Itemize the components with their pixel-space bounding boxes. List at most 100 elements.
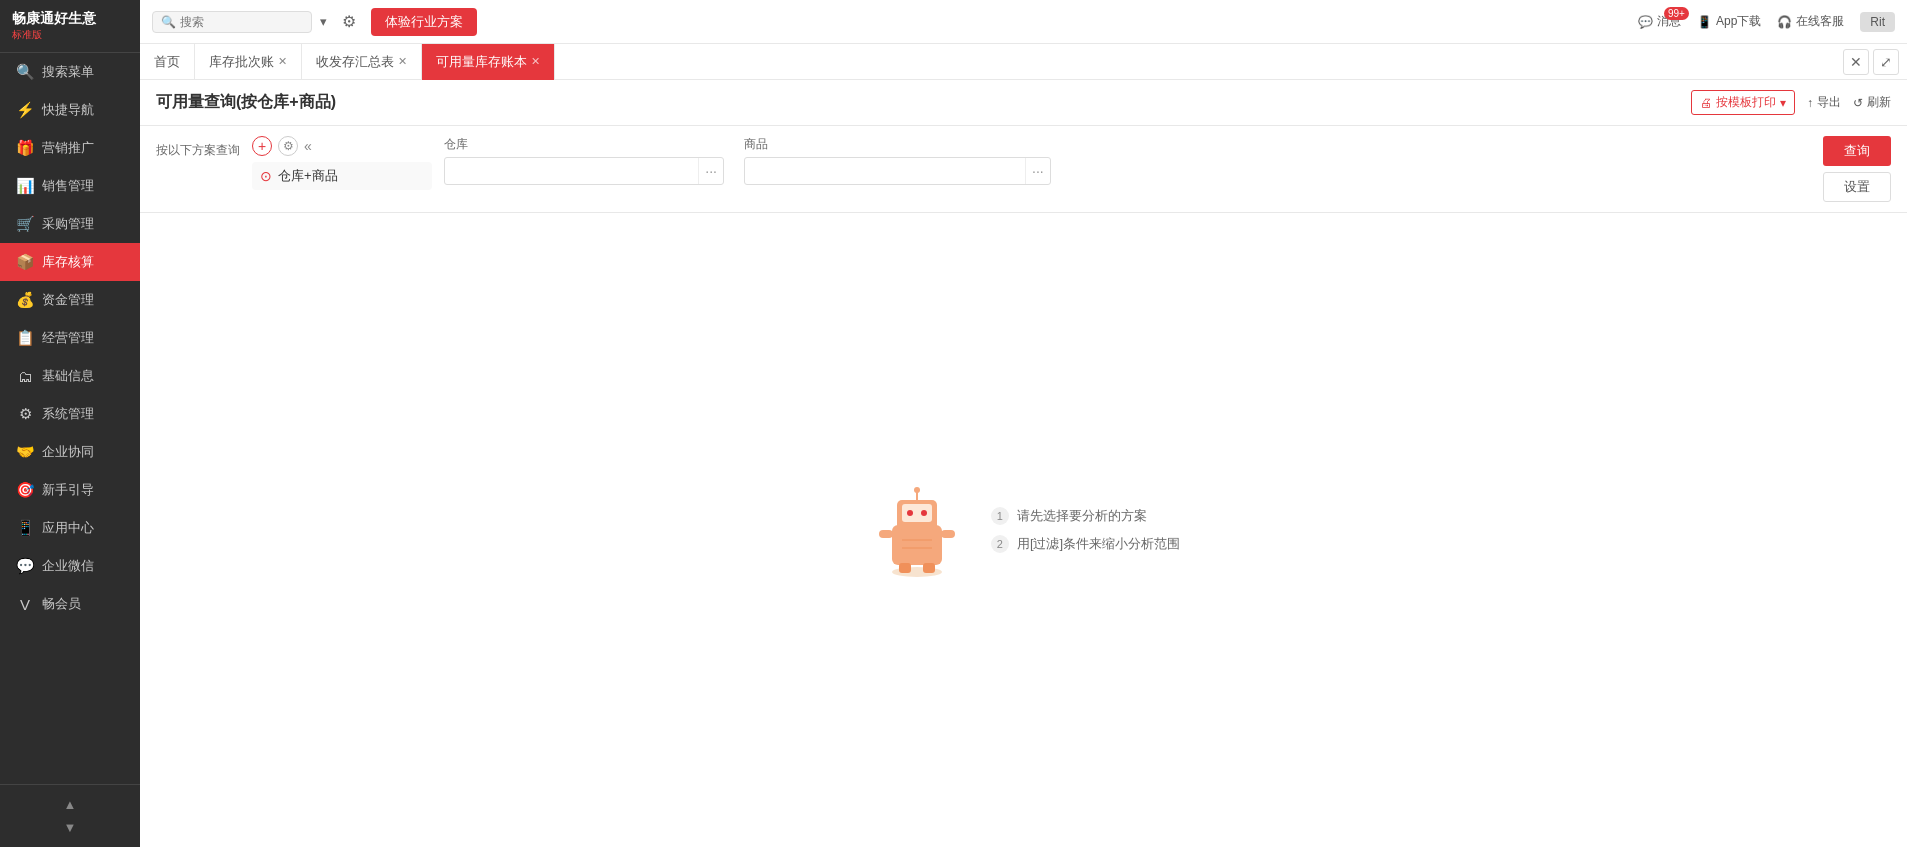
tab-expand-btn[interactable]: ⤢ bbox=[1873, 49, 1899, 75]
tab-close-collect-inventory[interactable]: ✕ bbox=[398, 55, 407, 68]
scheme-add-btn[interactable]: + bbox=[252, 136, 272, 156]
topbar-service-btn[interactable]: 🎧 在线客服 bbox=[1777, 13, 1844, 30]
topbar-user-btn[interactable]: Rit bbox=[1860, 12, 1895, 32]
sidebar-item-sales[interactable]: 📊 销售管理 bbox=[0, 167, 140, 205]
topbar-msg-btn[interactable]: 💬 消息 99+ bbox=[1638, 13, 1681, 30]
svg-rect-8 bbox=[879, 530, 893, 538]
main-area: 🔍 ▾ ⚙ 体验行业方案 💬 消息 99+ 📱 App下载 🎧 在线客服 bbox=[140, 0, 1907, 847]
service-label: 在线客服 bbox=[1796, 13, 1844, 30]
sidebar-item-wechat[interactable]: 💬 企业微信 bbox=[0, 547, 140, 585]
product-input[interactable] bbox=[745, 159, 1025, 183]
warehouse-dots-btn[interactable]: ··· bbox=[698, 158, 723, 184]
sidebar-label-finance: 资金管理 bbox=[42, 291, 94, 309]
sidebar-label-wechat: 企业微信 bbox=[42, 557, 94, 575]
finance-icon: 💰 bbox=[16, 291, 34, 309]
query-btn[interactable]: 查询 bbox=[1823, 136, 1891, 166]
print-label: 按模板打印 bbox=[1716, 94, 1776, 111]
settings-btn[interactable]: 设置 bbox=[1823, 172, 1891, 202]
tab-close-available-stock[interactable]: ✕ bbox=[531, 55, 540, 68]
sidebar-item-inventory[interactable]: 📦 库存核算 bbox=[0, 243, 140, 281]
sidebar-label-enterprise: 企业协同 bbox=[42, 443, 94, 461]
topbar-search-input[interactable] bbox=[180, 15, 300, 29]
product-dots-btn[interactable]: ··· bbox=[1025, 158, 1050, 184]
filter-fields: 仓库 ··· 商品 ··· bbox=[444, 136, 1811, 185]
empty-robot-illustration bbox=[867, 480, 967, 580]
svg-rect-11 bbox=[923, 563, 935, 573]
page-header-actions: 🖨 按模板打印 ▾ ↑ 导出 ↺ 刷新 bbox=[1691, 90, 1891, 115]
guide-icon: 🎯 bbox=[16, 481, 34, 499]
warehouse-field-label: 仓库 bbox=[444, 136, 724, 153]
tip-text-2: 用[过滤]条件来缩小分析范围 bbox=[1017, 535, 1180, 553]
tab-collect-inventory[interactable]: 收发存汇总表 ✕ bbox=[302, 44, 422, 80]
operations-icon: 📋 bbox=[16, 329, 34, 347]
sidebar-item-apps[interactable]: 📱 应用中心 bbox=[0, 509, 140, 547]
topbar-app-btn[interactable]: 📱 App下载 bbox=[1697, 13, 1761, 30]
scheme-config-btn[interactable]: ⚙ bbox=[278, 136, 298, 156]
filter-schemes: + ⚙ « ⊙ 仓库+商品 bbox=[252, 136, 432, 190]
empty-tip-2: 2 用[过滤]条件来缩小分析范围 bbox=[991, 535, 1180, 553]
refresh-icon: ↺ bbox=[1853, 96, 1863, 110]
product-input-box: ··· bbox=[744, 157, 1051, 185]
system-icon: ⚙ bbox=[16, 405, 34, 423]
sidebar-item-vip[interactable]: V 畅会员 bbox=[0, 585, 140, 623]
tab-label-collect-inventory: 收发存汇总表 bbox=[316, 53, 394, 71]
sidebar-label-guide: 新手引导 bbox=[42, 481, 94, 499]
industry-btn[interactable]: 体验行业方案 bbox=[371, 8, 477, 36]
sidebar-scroll-down[interactable]: ▼ bbox=[0, 816, 140, 839]
vip-icon: V bbox=[16, 595, 34, 613]
topbar-gear-btn[interactable]: ⚙ bbox=[335, 8, 363, 36]
svg-point-4 bbox=[907, 510, 913, 516]
sidebar-item-finance[interactable]: 💰 资金管理 bbox=[0, 281, 140, 319]
topbar-dropdown[interactable]: ▾ bbox=[320, 14, 327, 29]
tab-label-inventory-batch: 库存批次账 bbox=[209, 53, 274, 71]
empty-tips: 1 请先选择要分析的方案 2 用[过滤]条件来缩小分析范围 bbox=[991, 507, 1180, 553]
refresh-label: 刷新 bbox=[1867, 94, 1891, 111]
sidebar-item-guide[interactable]: 🎯 新手引导 bbox=[0, 471, 140, 509]
sidebar-label-shortcut: 快捷导航 bbox=[42, 101, 94, 119]
svg-rect-9 bbox=[941, 530, 955, 538]
tabs-bar-right: ✕ ⤢ bbox=[1835, 49, 1907, 75]
print-btn[interactable]: 🖨 按模板打印 ▾ bbox=[1691, 90, 1795, 115]
sidebar-label-marketing: 营销推广 bbox=[42, 139, 94, 157]
sidebar-item-system[interactable]: ⚙ 系统管理 bbox=[0, 395, 140, 433]
tab-close-inventory-batch[interactable]: ✕ bbox=[278, 55, 287, 68]
sidebar-item-shortcut[interactable]: ⚡ 快捷导航 bbox=[0, 91, 140, 129]
sidebar-logo: 畅康通好生意 标准版 bbox=[0, 0, 140, 53]
svg-point-5 bbox=[921, 510, 927, 516]
scheme-collapse-btn[interactable]: « bbox=[304, 138, 312, 154]
sidebar-label-system: 系统管理 bbox=[42, 405, 94, 423]
msg-icon: 💬 bbox=[1638, 15, 1653, 29]
sidebar-item-enterprise[interactable]: 🤝 企业协同 bbox=[0, 433, 140, 471]
tab-home[interactable]: 首页 bbox=[140, 44, 195, 80]
sidebar: 畅康通好生意 标准版 🔍 搜索菜单 ⚡ 快捷导航 🎁 营销推广 📊 销售管理 🛒… bbox=[0, 0, 140, 847]
topbar: 🔍 ▾ ⚙ 体验行业方案 💬 消息 99+ 📱 App下载 🎧 在线客服 bbox=[140, 0, 1907, 44]
product-field: 商品 ··· bbox=[744, 136, 1051, 185]
tab-available-stock[interactable]: 可用量库存账本✕ bbox=[422, 44, 555, 80]
scheme-item[interactable]: ⊙ 仓库+商品 bbox=[252, 162, 432, 190]
filter-area: 按以下方案查询 + ⚙ « ⊙ 仓库+商品 仓库 ··· bbox=[140, 126, 1907, 213]
topbar-search-box[interactable]: 🔍 bbox=[152, 11, 312, 33]
scheme-item-icon: ⊙ bbox=[260, 168, 272, 184]
scheme-item-label: 仓库+商品 bbox=[278, 167, 338, 185]
sidebar-item-purchase[interactable]: 🛒 采购管理 bbox=[0, 205, 140, 243]
sidebar-item-search[interactable]: 🔍 搜索菜单 bbox=[0, 53, 140, 91]
export-btn[interactable]: ↑ 导出 bbox=[1807, 94, 1841, 111]
tip-number-1: 1 bbox=[991, 507, 1009, 525]
svg-rect-3 bbox=[902, 504, 932, 522]
sidebar-item-basic[interactable]: 🗂 基础信息 bbox=[0, 357, 140, 395]
warehouse-input[interactable] bbox=[445, 159, 698, 183]
tab-close-btn[interactable]: ✕ bbox=[1843, 49, 1869, 75]
sidebar-scroll: 🔍 搜索菜单 ⚡ 快捷导航 🎁 营销推广 📊 销售管理 🛒 采购管理 📦 库存核… bbox=[0, 53, 140, 784]
sidebar-scroll-up[interactable]: ▲ bbox=[0, 793, 140, 816]
sidebar-bottom: ▲ ▼ bbox=[0, 784, 140, 847]
svg-point-7 bbox=[914, 487, 920, 493]
sidebar-item-marketing[interactable]: 🎁 营销推广 bbox=[0, 129, 140, 167]
empty-state: 1 请先选择要分析的方案 2 用[过滤]条件来缩小分析范围 bbox=[140, 213, 1907, 847]
svg-rect-1 bbox=[892, 525, 942, 565]
tab-inventory-batch[interactable]: 库存批次账 ✕ bbox=[195, 44, 302, 80]
tip-number-2: 2 bbox=[991, 535, 1009, 553]
page-title: 可用量查询(按仓库+商品) bbox=[156, 92, 336, 113]
refresh-btn[interactable]: ↺ 刷新 bbox=[1853, 94, 1891, 111]
sidebar-label-search: 搜索菜单 bbox=[42, 63, 94, 81]
sidebar-item-operations[interactable]: 📋 经营管理 bbox=[0, 319, 140, 357]
